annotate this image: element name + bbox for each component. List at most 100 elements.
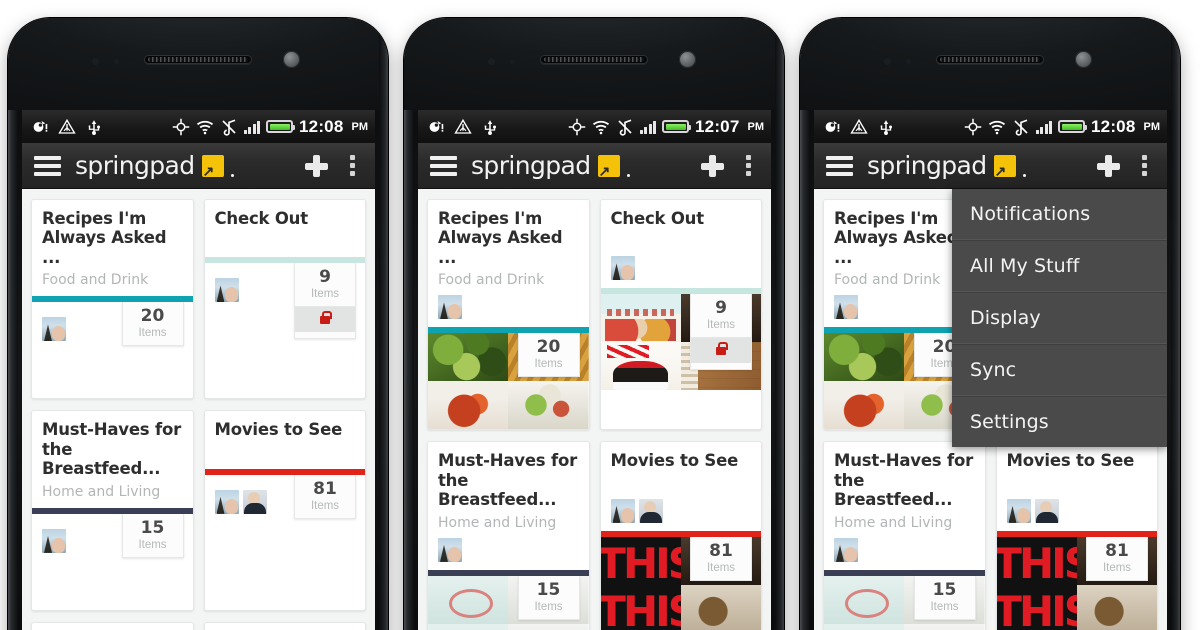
status-bar-right-icons: 12:07 PM — [568, 117, 764, 137]
front-camera-icon — [1075, 51, 1092, 68]
gps-icon — [172, 118, 189, 135]
phone-3: 12:08PM springpad Recipes I'm Always Ask… — [800, 18, 1180, 630]
card-body: 81 Items — [600, 536, 761, 630]
thumbnail — [600, 536, 681, 585]
notebook-grid: Recipes I'm Always Asked ... Food and Dr… — [22, 189, 375, 630]
status-bar-left-icons — [427, 118, 499, 136]
add-button[interactable] — [700, 154, 724, 178]
card-title: Must-Haves for the Breastfeed... — [834, 451, 974, 510]
card-category: Food and Drink — [42, 272, 149, 289]
item-count-label: Items — [1102, 561, 1132, 574]
menu-item-sync[interactable]: Sync — [952, 344, 1167, 396]
card-header: Household Maintenance Home and Living — [205, 623, 366, 630]
phone-screen: 12:08PM springpad Recipes I'm Always Ask… — [814, 110, 1167, 630]
item-count-label: Items — [138, 538, 167, 551]
notebook-card[interactable]: Recipes I'm Always Asked ... Food and Dr… — [31, 199, 194, 400]
menu-item-settings[interactable]: Settings — [952, 396, 1167, 447]
card-row: Must-Haves for the Breastfeed... Home an… — [427, 441, 762, 630]
item-count-badge: 81 Items — [294, 474, 356, 519]
thumbnail — [508, 623, 589, 630]
item-count-badge: 15 Items — [913, 575, 976, 620]
card-avatars — [834, 537, 975, 562]
app-logo-text: springpad — [75, 151, 195, 180]
status-bar: 12:08 PM — [814, 110, 1167, 143]
thumbnail — [428, 333, 509, 382]
notebook-card[interactable]: Movies to See 81 Items — [995, 441, 1158, 630]
overflow-menu-button[interactable] — [342, 155, 363, 176]
silent-mode-icon — [1013, 118, 1028, 136]
item-count-label: Items — [138, 327, 167, 340]
app-logo-text: springpad — [867, 151, 987, 180]
warning-triangle-icon — [58, 118, 76, 134]
phone-1: 12:08 PM springpad Recipes I'm Always Ask… — [8, 18, 388, 630]
avatar — [610, 498, 635, 523]
item-count-label: Items — [310, 288, 340, 301]
item-count-badge: 81 Items — [1086, 536, 1148, 581]
card-body: 9 Items — [204, 263, 365, 360]
menu-item-all-my-stuff[interactable]: All My Stuff — [952, 240, 1167, 292]
notebook-grid: Recipes I'm Always Asked ... Food and Dr… — [418, 189, 771, 630]
hamburger-menu-icon[interactable] — [430, 155, 457, 176]
front-camera-icon — [679, 51, 696, 68]
card-title: Must-Haves for the Breastfeed... — [42, 420, 182, 479]
card-category — [215, 445, 356, 461]
card-header: Must-Haves for the Breastfeed... Home an… — [824, 442, 985, 569]
card-row: Must-Haves for the Breastfeed... Home an… — [823, 441, 1158, 630]
logo-dot-icon — [1022, 174, 1026, 177]
thumbnail — [824, 333, 905, 382]
battery-icon — [662, 120, 692, 133]
card-avatars — [1006, 498, 1148, 523]
notebook-card[interactable]: Recipes I'm Always Asked ... Food and Dr… — [427, 199, 590, 431]
avatar — [242, 489, 267, 514]
card-header: Movies to See — [205, 411, 366, 468]
item-count-badge: 9 Items — [294, 263, 356, 340]
card-category: Home and Living — [42, 483, 161, 500]
notebook-card[interactable]: Check Out 9 Items — [599, 199, 762, 431]
notebook-card[interactable]: Movies to See 81 Items — [599, 441, 762, 630]
avatar — [1034, 498, 1059, 523]
hamburger-menu-icon[interactable] — [826, 155, 853, 176]
notebook-card[interactable]: Movies to See 81 Items — [203, 410, 366, 611]
proximity-sensor-icon — [884, 58, 891, 65]
item-count-label: Items — [310, 499, 340, 512]
item-count-value: 81 — [313, 478, 337, 499]
card-body: 9 Items — [600, 294, 761, 391]
signal-icon — [1035, 120, 1053, 134]
item-count-badge: 9 Items — [690, 294, 752, 371]
proximity-sensor-icon — [488, 58, 495, 65]
add-button[interactable] — [1096, 154, 1120, 178]
earpiece-speaker — [144, 55, 252, 64]
overflow-menu-button[interactable] — [738, 155, 759, 176]
thumbnail — [508, 381, 589, 430]
overflow-dropdown-menu: Notifications All My Stuff Display Sync Sett… — [952, 189, 1167, 447]
card-header: Check Out — [601, 200, 762, 288]
card-avatars — [42, 317, 66, 342]
notebook-card[interactable]: Springpad Resources Other — [31, 621, 194, 630]
thumbnail — [824, 381, 905, 430]
menu-item-display[interactable]: Display — [952, 292, 1167, 344]
action-bar: springpad — [22, 143, 375, 189]
card-category — [1007, 476, 1148, 492]
silent-mode-icon — [221, 118, 236, 136]
status-bar-right-icons: 12:08 PM — [964, 117, 1160, 137]
item-count-value: 9 — [715, 298, 727, 319]
notebook-card[interactable]: Must-Haves for the Breastfeed... Home an… — [31, 410, 194, 611]
notebook-card[interactable]: Must-Haves for the Breastfeed... Home an… — [427, 441, 590, 630]
overflow-menu-button[interactable] — [1134, 155, 1155, 176]
notebook-card[interactable]: Must-Haves for the Breastfeed... Home an… — [823, 441, 986, 630]
add-button[interactable] — [304, 154, 328, 178]
item-count-value: 9 — [319, 267, 331, 288]
notebook-card[interactable]: Check Out 9 Items — [203, 199, 366, 400]
avatar — [438, 537, 462, 562]
hamburger-menu-icon[interactable] — [34, 155, 61, 176]
menu-item-notifications[interactable]: Notifications — [952, 189, 1167, 240]
card-header: Recipes I'm Always Asked ... Food and Dr… — [428, 200, 589, 327]
thumbnail — [680, 584, 761, 630]
status-bar-time: 12:07 — [695, 116, 740, 136]
sync-error-icon — [33, 120, 48, 132]
silent-mode-icon — [617, 118, 632, 136]
notebook-card[interactable]: Household Maintenance Home and Living — [203, 621, 366, 630]
status-bar-time: 12:08 — [1091, 116, 1136, 136]
phone-screen: 12:07 PM springpad Recipes I'm Always Ask… — [418, 110, 771, 630]
thumbnail — [428, 623, 509, 630]
